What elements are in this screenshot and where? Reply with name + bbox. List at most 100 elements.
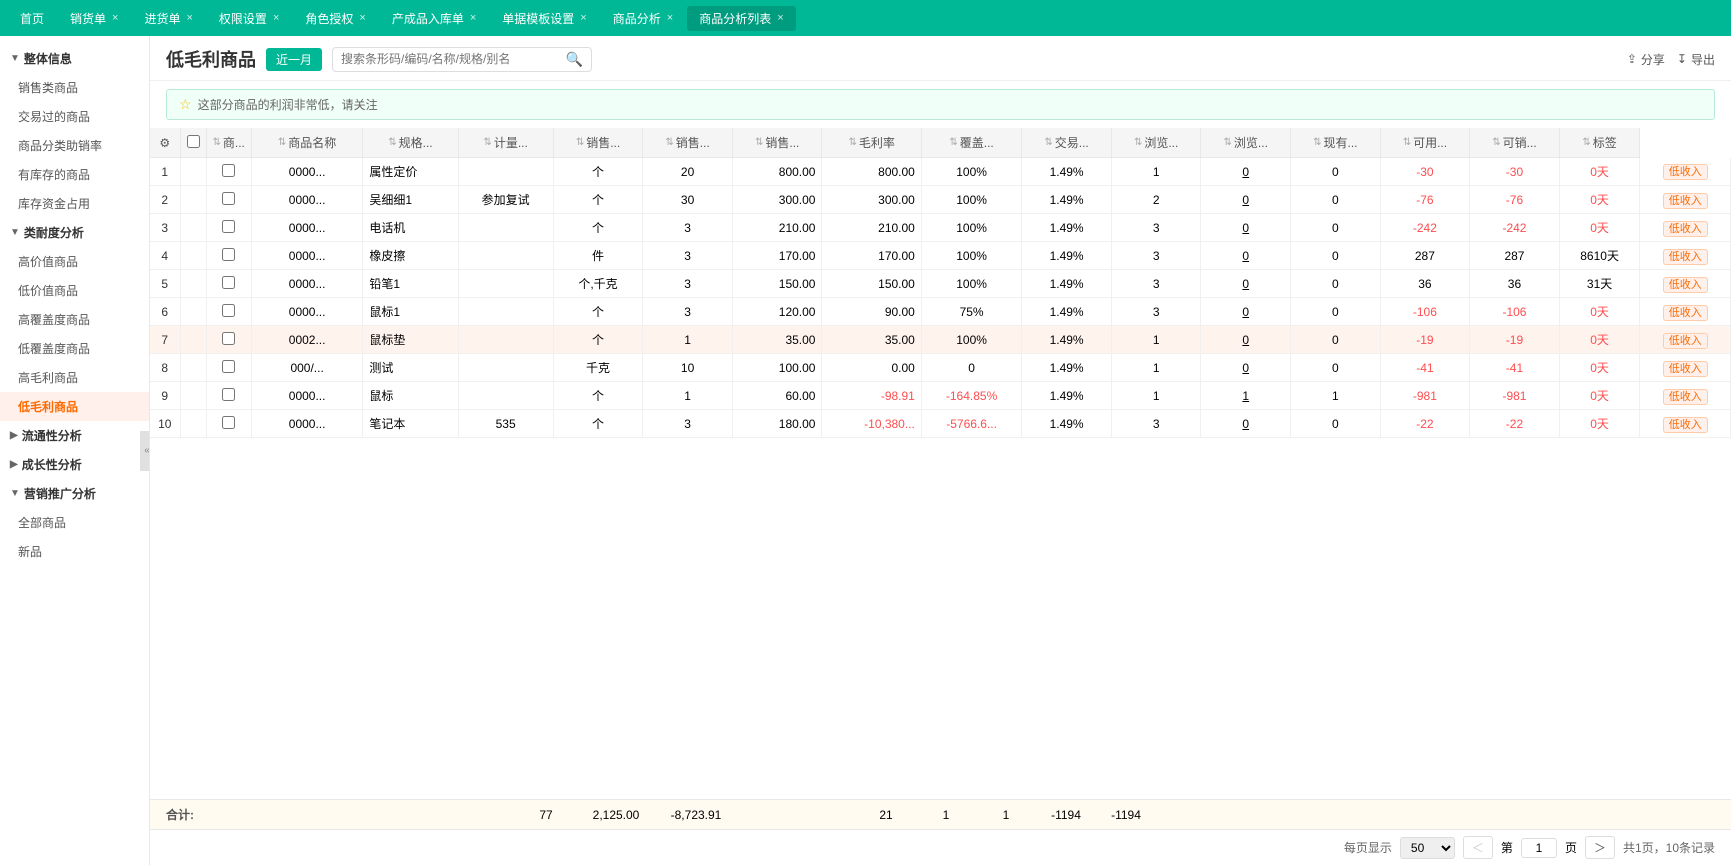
sidebar-item-new-products[interactable]: 新品 [0,537,149,566]
sidebar-item-high-margin[interactable]: 高毛利商品 [0,363,149,392]
col-coverage[interactable]: ⇅覆盖... [921,128,1021,158]
col-sales-profit[interactable]: ⇅销售... [732,128,822,158]
sidebar-item-high-coverage[interactable]: 高覆盖度商品 [0,305,149,334]
row-sellable: 0天 [1559,410,1640,438]
nav-product-entry[interactable]: 产成品入库单 × [380,6,488,31]
col-transaction[interactable]: ⇅交易... [1022,128,1112,158]
row-checkbox[interactable] [206,354,251,382]
row-coverage: 1.49% [1022,354,1112,382]
sidebar-item-stock-capital[interactable]: 库存资金占用 [0,189,149,218]
row-browse1[interactable]: 0 [1201,326,1291,354]
row-sales-amount: 35.00 [732,326,822,354]
row-checkbox[interactable] [206,270,251,298]
nav-role-auth[interactable]: 角色授权 × [293,6,377,31]
row-browse1[interactable]: 1 [1201,382,1291,410]
next-page-button[interactable]: ＞ [1585,836,1615,859]
search-input[interactable] [341,52,560,66]
row-browse1[interactable]: 0 [1201,270,1291,298]
row-unit: 个 [553,214,643,242]
nav-close-icon[interactable]: × [470,12,476,24]
col-sellable[interactable]: ⇅可销... [1470,128,1560,158]
nav-close-icon[interactable]: × [112,12,118,24]
export-button[interactable]: ↧ 导出 [1677,51,1715,68]
row-sales-profit: 170.00 [822,242,921,270]
row-checkbox[interactable] [206,410,251,438]
nav-close-icon[interactable]: × [273,12,279,24]
sidebar-item-low-value[interactable]: 低价值商品 [0,276,149,305]
col-sales-count[interactable]: ⇅销售... [553,128,643,158]
sidebar-item-traded-products[interactable]: 交易过的商品 [0,102,149,131]
sidebar-item-low-coverage[interactable]: 低覆盖度商品 [0,334,149,363]
select-all-checkbox[interactable] [187,135,200,148]
row-browse1[interactable]: 0 [1201,186,1291,214]
footer-sales-count: 77 [516,808,576,822]
row-checkbox[interactable] [206,158,251,186]
nav-product-analysis[interactable]: 商品分析 × [601,6,685,31]
nav-permission[interactable]: 权限设置 × [207,6,291,31]
row-browse1[interactable]: 0 [1201,158,1291,186]
table-container[interactable]: ⚙ ⇅商... ⇅商品名称 ⇅规格... [150,128,1731,799]
col-browse2[interactable]: ⇅浏览... [1201,128,1291,158]
row-tag: 低收入 [1640,382,1731,410]
col-checkbox[interactable] [180,128,206,158]
row-checkbox[interactable] [206,242,251,270]
prev-page-button[interactable]: ＜ [1463,836,1493,859]
sidebar-group-durability[interactable]: ▼ 类耐度分析 [0,218,149,247]
share-button[interactable]: ⇪ 分享 [1627,51,1665,68]
col-settings[interactable]: ⚙ [150,128,180,158]
col-browse1[interactable]: ⇅浏览... [1111,128,1201,158]
row-available: -981 [1470,382,1560,410]
nav-template-settings[interactable]: 单据模板设置 × [490,6,598,31]
row-checkbox[interactable] [206,298,251,326]
row-name: 铅笔1 [363,270,458,298]
sidebar-group-circulation[interactable]: ▶ 流通性分析 [0,421,149,450]
sort-icon: ⇅ [576,137,584,148]
per-page-select[interactable]: 50 20 100 [1400,837,1455,859]
col-tag[interactable]: ⇅标签 [1559,128,1640,158]
sidebar-item-category-rate[interactable]: 商品分类助销率 [0,131,149,160]
nav-sales-order[interactable]: 销货单 × [58,6,130,31]
footer-transaction: 21 [856,808,916,822]
search-icon[interactable]: 🔍 [566,51,583,68]
sidebar-item-low-margin[interactable]: 低毛利商品 [0,392,149,421]
nav-close-icon[interactable]: × [580,12,586,24]
sidebar-group-overall[interactable]: ▼ 整体信息 [0,44,149,73]
page-number-input[interactable] [1521,838,1557,858]
col-name[interactable]: ⇅商品名称 [251,128,362,158]
nav-home[interactable]: 首页 [8,6,56,31]
row-checkbox[interactable] [206,214,251,242]
col-code[interactable]: ⇅商... [206,128,251,158]
row-checkbox[interactable] [206,382,251,410]
row-tag: 低收入 [1640,158,1731,186]
sidebar-collapse-button[interactable]: « [140,431,150,471]
col-sales-amount[interactable]: ⇅销售... [643,128,733,158]
sidebar-group-marketing[interactable]: ▼ 营销推广分析 [0,479,149,508]
nav-product-analysis-list[interactable]: 商品分析列表 × [687,6,795,31]
sidebar-item-high-value[interactable]: 高价值商品 [0,247,149,276]
nav-close-icon[interactable]: × [777,12,783,24]
row-checkbox[interactable] [206,326,251,354]
date-filter-button[interactable]: 近一月 [266,48,322,71]
row-browse1[interactable]: 0 [1201,410,1291,438]
sidebar-group-growth[interactable]: ▶ 成长性分析 [0,450,149,479]
col-available[interactable]: ⇅可用... [1380,128,1470,158]
nav-close-icon[interactable]: × [186,12,192,24]
chevron-down-icon: ▼ [10,53,20,64]
row-sales-count: 1 [643,326,733,354]
col-current-stock[interactable]: ⇅现有... [1291,128,1381,158]
sidebar-item-all-products[interactable]: 全部商品 [0,508,149,537]
nav-close-icon[interactable]: × [667,12,673,24]
sidebar-item-sales-products[interactable]: 销售类商品 [0,73,149,102]
row-browse1[interactable]: 0 [1201,242,1291,270]
row-transaction: 3 [1111,298,1201,326]
col-spec[interactable]: ⇅规格... [363,128,458,158]
nav-close-icon[interactable]: × [359,12,365,24]
col-unit[interactable]: ⇅计量... [458,128,553,158]
col-gross-margin[interactable]: ⇅毛利率 [822,128,921,158]
row-browse1[interactable]: 0 [1201,354,1291,382]
nav-purchase-order[interactable]: 进货单 × [132,6,204,31]
row-checkbox[interactable] [206,186,251,214]
row-browse1[interactable]: 0 [1201,214,1291,242]
sidebar-item-in-stock[interactable]: 有库存的商品 [0,160,149,189]
row-browse1[interactable]: 0 [1201,298,1291,326]
